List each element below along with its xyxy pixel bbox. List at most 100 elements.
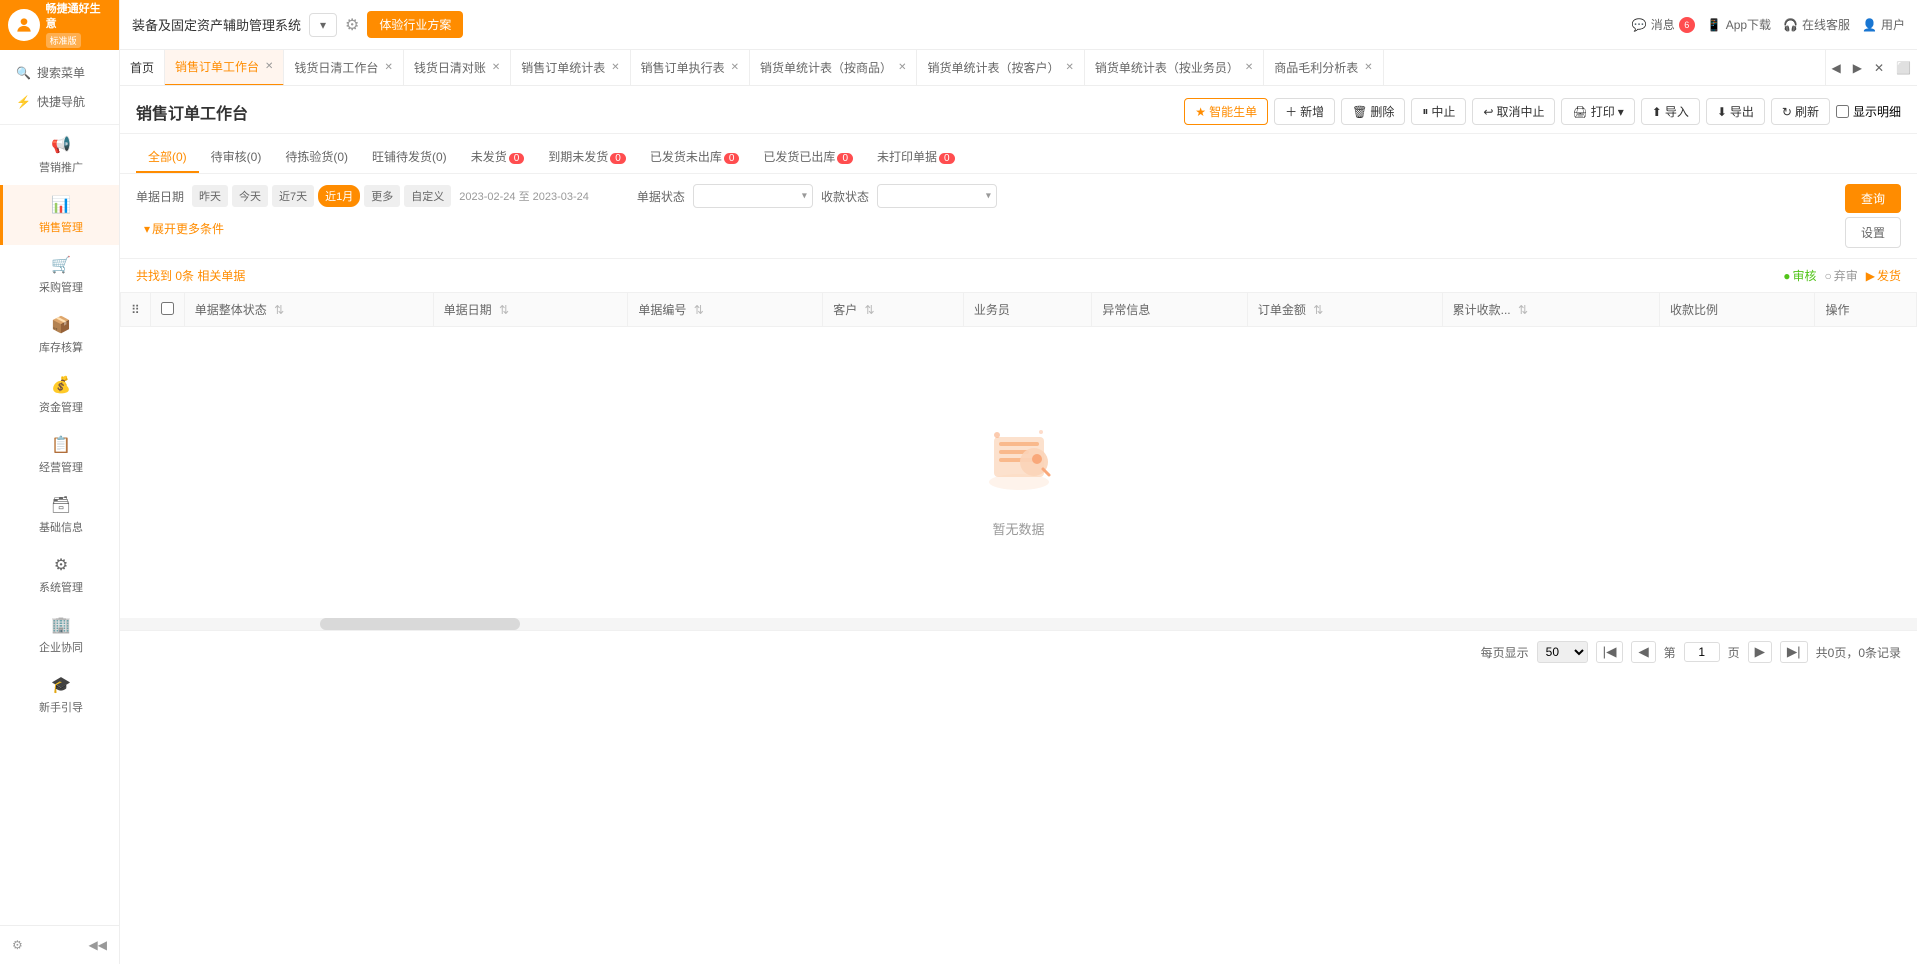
basic-icon: 🗃 xyxy=(51,495,71,515)
col-amount: 订单金额 ⇅ xyxy=(1247,293,1442,327)
user-btn[interactable]: 👤 用户 xyxy=(1862,16,1905,33)
online-service-btn[interactable]: 🎧 在线客服 xyxy=(1783,16,1850,33)
smart-create-btn[interactable]: ★ 智能生单 xyxy=(1184,98,1268,125)
delete-btn[interactable]: 🗑 删除 xyxy=(1341,98,1405,125)
sidebar-item-purchase[interactable]: 🛒 采购管理 xyxy=(0,245,119,305)
date-quick-btns: 昨天 今天 近7天 近1月 更多 自定义 xyxy=(192,185,451,207)
page-next-btn[interactable]: ▶ xyxy=(1748,641,1772,663)
headset-icon: 🎧 xyxy=(1783,18,1798,32)
add-btn[interactable]: ＋ 新增 xyxy=(1274,98,1335,125)
sidebar-settings-btn[interactable]: ⚙ xyxy=(8,934,27,956)
sub-tab-overdue[interactable]: 到期未发货0 xyxy=(536,142,638,173)
message-btn[interactable]: 💬 消息 6 xyxy=(1632,16,1695,33)
sort-collected-icon[interactable]: ⇅ xyxy=(1518,303,1528,317)
tab-sales-stat-close[interactable]: ✕ xyxy=(611,62,619,73)
sidebar-item-capital[interactable]: 💰 资金管理 xyxy=(0,365,119,425)
sidebar-item-basic[interactable]: 🗃 基础信息 xyxy=(0,485,119,545)
tab-sales-summary-product[interactable]: 销货单统计表（按商品） ✕ xyxy=(750,50,917,86)
7days-btn[interactable]: 近7天 xyxy=(272,185,314,207)
tab-sales-workbench[interactable]: 销售订单工作台 ✕ xyxy=(165,50,284,86)
col-checkbox[interactable] xyxy=(150,293,184,327)
system-dropdown-btn[interactable]: ▾ xyxy=(309,13,337,37)
sidebar-collapse-btn[interactable]: ◀◀ xyxy=(85,934,111,956)
sort-date-icon[interactable]: ⇅ xyxy=(499,303,509,317)
show-detail-checkbox-label[interactable]: 显示明细 xyxy=(1836,103,1901,120)
sidebar-item-sales[interactable]: 📊 销售管理 xyxy=(0,185,119,245)
refresh-btn[interactable]: ↻ 刷新 xyxy=(1771,98,1830,125)
sub-tab-not-shipped[interactable]: 未发货0 xyxy=(459,142,537,173)
tab-scroll-right[interactable]: ▶ xyxy=(1847,50,1868,86)
tab-sales-exec-close[interactable]: ✕ xyxy=(731,62,739,73)
sidebar-item-operation[interactable]: 📋 经营管理 xyxy=(0,425,119,485)
tab-cash-daily-close[interactable]: ✕ xyxy=(384,62,392,73)
sidebar-item-newbie[interactable]: 🎓 新手引导 xyxy=(0,665,119,725)
page-number-input[interactable] xyxy=(1684,642,1720,662)
page-prev-btn[interactable]: ◀ xyxy=(1631,641,1655,663)
payment-select[interactable] xyxy=(877,184,997,208)
tab-sales-summary-staff[interactable]: 销货单统计表（按业务员） ✕ xyxy=(1085,50,1264,86)
page-first-btn[interactable]: |◀ xyxy=(1596,641,1624,663)
cancel-pause-btn[interactable]: ↩ 取消中止 xyxy=(1472,98,1555,125)
tab-sales-workbench-close[interactable]: ✕ xyxy=(265,61,273,72)
tab-home[interactable]: 首页 xyxy=(120,50,165,86)
tab-sales-summary-customer-close[interactable]: ✕ xyxy=(1065,62,1073,73)
sub-tab-not-printed[interactable]: 未打印单据0 xyxy=(865,142,967,173)
sidebar-item-enterprise[interactable]: 🏢 企业协同 xyxy=(0,605,119,665)
main-content: 销售订单工作台 ★ 智能生单 ＋ 新增 🗑 删除 ⏸ xyxy=(120,86,1917,964)
expand-filter-btn[interactable]: ▾ 展开更多条件 xyxy=(136,216,1829,241)
export-btn[interactable]: ⬇ 导出 xyxy=(1706,98,1765,125)
app-download-btn[interactable]: 📱 App下载 xyxy=(1707,16,1771,33)
pause-btn[interactable]: ⏸ 中止 xyxy=(1411,98,1466,125)
batch-audit-btn[interactable]: ● 审核 xyxy=(1783,267,1816,284)
print-btn[interactable]: 🖨 打印 ▾ xyxy=(1561,98,1634,125)
tab-sales-stat[interactable]: 销售订单统计表 ✕ xyxy=(511,50,630,86)
tab-cash-reconcile-close[interactable]: ✕ xyxy=(492,62,500,73)
status-select[interactable] xyxy=(693,184,813,208)
custom-btn[interactable]: 自定义 xyxy=(404,185,451,207)
tab-sales-summary-product-close[interactable]: ✕ xyxy=(898,62,906,73)
show-detail-checkbox[interactable] xyxy=(1836,105,1849,118)
sidebar-item-marketing[interactable]: 📢 营销推广 xyxy=(0,125,119,185)
today-btn[interactable]: 今天 xyxy=(232,185,268,207)
import-btn[interactable]: ⬆ 导入 xyxy=(1641,98,1700,125)
sort-number-icon[interactable]: ⇅ xyxy=(694,303,704,317)
topbar-settings-icon[interactable]: ⚙ xyxy=(345,15,359,35)
tab-margin-analysis[interactable]: 商品毛利分析表 ✕ xyxy=(1264,50,1383,86)
batch-ship-btn[interactable]: ▶ 发货 xyxy=(1866,267,1901,284)
query-btn[interactable]: 查询 xyxy=(1845,184,1901,213)
tab-cash-reconcile[interactable]: 钱货日清对账 ✕ xyxy=(404,50,511,86)
sub-tab-shipped-out[interactable]: 已发货已出库0 xyxy=(751,142,865,173)
tab-maximize[interactable]: ⬜ xyxy=(1890,50,1917,86)
page-actions: ★ 智能生单 ＋ 新增 🗑 删除 ⏸ 中止 xyxy=(1184,98,1901,125)
batch-revoke-btn[interactable]: ○ 弃审 xyxy=(1824,267,1857,284)
tab-sales-exec[interactable]: 销售订单执行表 ✕ xyxy=(631,50,750,86)
search-menu-item[interactable]: 🔍 搜索菜单 xyxy=(8,58,111,87)
tab-scroll-left[interactable]: ◀ xyxy=(1826,50,1847,86)
sub-tab-pending-review[interactable]: 待审核(0) xyxy=(199,142,274,173)
quick-nav-item[interactable]: ⚡ 快捷导航 xyxy=(8,87,111,116)
tab-cash-daily[interactable]: 钱货日清工作台 ✕ xyxy=(284,50,403,86)
industry-solution-btn[interactable]: 体验行业方案 xyxy=(367,11,463,38)
search-icon: 🔍 xyxy=(16,66,31,80)
sub-tab-all[interactable]: 全部(0) xyxy=(136,142,199,173)
horizontal-scrollbar[interactable] xyxy=(120,618,1917,630)
sub-tab-shipped-not-out[interactable]: 已发货未出库0 xyxy=(638,142,752,173)
sidebar-item-system[interactable]: ⚙ 系统管理 xyxy=(0,545,119,605)
sort-status-icon[interactable]: ⇅ xyxy=(274,303,284,317)
tab-margin-analysis-close[interactable]: ✕ xyxy=(1364,62,1372,73)
1month-btn[interactable]: 近1月 xyxy=(318,185,360,207)
tab-close-all[interactable]: ✕ xyxy=(1868,50,1890,86)
sub-tab-pending-verify[interactable]: 待拣验货(0) xyxy=(273,142,360,173)
sort-customer-icon[interactable]: ⇅ xyxy=(865,303,875,317)
page-last-btn[interactable]: ▶| xyxy=(1780,641,1808,663)
tab-sales-summary-staff-close[interactable]: ✕ xyxy=(1245,62,1253,73)
yesterday-btn[interactable]: 昨天 xyxy=(192,185,228,207)
select-all-checkbox[interactable] xyxy=(161,302,174,315)
more-btn[interactable]: 更多 xyxy=(364,185,400,207)
set-btn[interactable]: 设置 xyxy=(1845,217,1901,248)
sort-amount-icon[interactable]: ⇅ xyxy=(1313,303,1323,317)
tab-sales-summary-customer[interactable]: 销货单统计表（按客户） ✕ xyxy=(917,50,1084,86)
sidebar-item-inventory[interactable]: 📦 库存核算 xyxy=(0,305,119,365)
sub-tab-wangpu[interactable]: 旺铺待发货(0) xyxy=(360,142,459,173)
page-size-select[interactable]: 10 20 50 100 xyxy=(1537,641,1588,663)
